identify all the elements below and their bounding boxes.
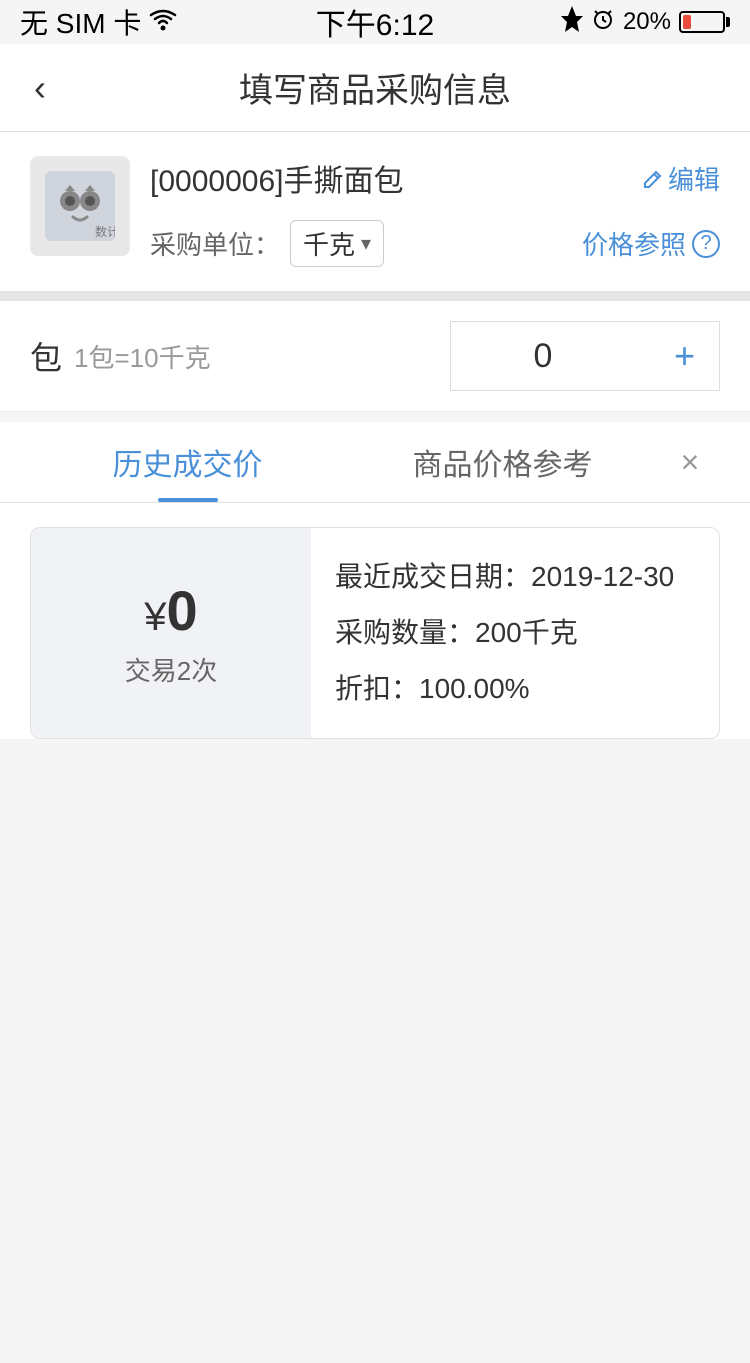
tab-price-reference[interactable]: 商品价格参考 <box>345 422 660 502</box>
quantity-input[interactable] <box>450 321 650 391</box>
tabs-section: 历史成交价 商品价格参考 × ¥0 交易2次 最近成交日期：2019-12-30… <box>0 422 750 739</box>
tab-history-price[interactable]: 历史成交价 <box>30 422 345 502</box>
history-trades-count: 交易2次 <box>125 651 217 688</box>
discount-row: 折扣：100.00% <box>335 668 695 710</box>
package-unit-label: 包 <box>30 333 62 379</box>
page-title: 填写商品采购信息 <box>239 63 511 112</box>
product-info: [0000006]手撕面包 编辑 采购单位： 千克 ▾ <box>150 156 720 267</box>
nav-bar: ‹ 填写商品采购信息 <box>0 44 750 132</box>
content-area <box>0 763 750 1363</box>
history-card: ¥0 交易2次 最近成交日期：2019-12-30 采购数量：200千克 折扣：… <box>30 527 720 739</box>
status-time: 下午6:12 <box>316 0 434 44</box>
purchase-quantity-row: 采购数量：200千克 <box>335 612 695 654</box>
status-carrier: 无 SIM 卡 <box>20 2 177 42</box>
tab-active-indicator <box>158 498 218 502</box>
price-ref-help-icon: ? <box>692 230 720 258</box>
recent-date-row: 最近成交日期：2019-12-30 <box>335 556 695 598</box>
product-image: 数计 <box>30 156 130 256</box>
quantity-row: 包 1包=10千克 + <box>0 301 750 412</box>
history-price-summary: ¥0 交易2次 <box>31 528 311 738</box>
history-detail: 最近成交日期：2019-12-30 采购数量：200千克 折扣：100.00% <box>311 528 719 738</box>
unit-conversion-label: 1包=10千克 <box>74 338 211 375</box>
tabs-header: 历史成交价 商品价格参考 × <box>0 422 750 503</box>
unit-label: 采购单位： <box>150 225 280 262</box>
svg-text:数计: 数计 <box>95 224 115 239</box>
battery-icon <box>679 11 730 33</box>
product-name: [0000006]手撕面包 <box>150 156 403 200</box>
location-icon <box>561 6 583 39</box>
section-divider <box>0 291 750 301</box>
history-price-value: ¥0 <box>144 578 197 643</box>
status-indicators: 20% <box>561 6 730 39</box>
quantity-input-area: + <box>450 321 720 391</box>
edit-button[interactable]: 编辑 <box>642 160 720 197</box>
dropdown-arrow-icon: ▾ <box>361 231 371 256</box>
back-button[interactable]: ‹ <box>0 44 80 132</box>
alarm-icon <box>591 7 615 38</box>
back-arrow-icon: ‹ <box>34 67 46 109</box>
wifi-icon <box>149 6 177 38</box>
product-card: 数计 [0000006]手撕面包 编辑 采购单位： 千克 <box>0 132 750 291</box>
price-reference-button[interactable]: 价格参照 ? <box>582 225 720 262</box>
quantity-plus-button[interactable]: + <box>650 321 720 391</box>
status-bar: 无 SIM 卡 下午6:12 20% <box>0 0 750 44</box>
tab-close-button[interactable]: × <box>660 422 720 502</box>
unit-dropdown[interactable]: 千克 ▾ <box>290 220 384 267</box>
battery-percent: 20% <box>623 8 671 36</box>
